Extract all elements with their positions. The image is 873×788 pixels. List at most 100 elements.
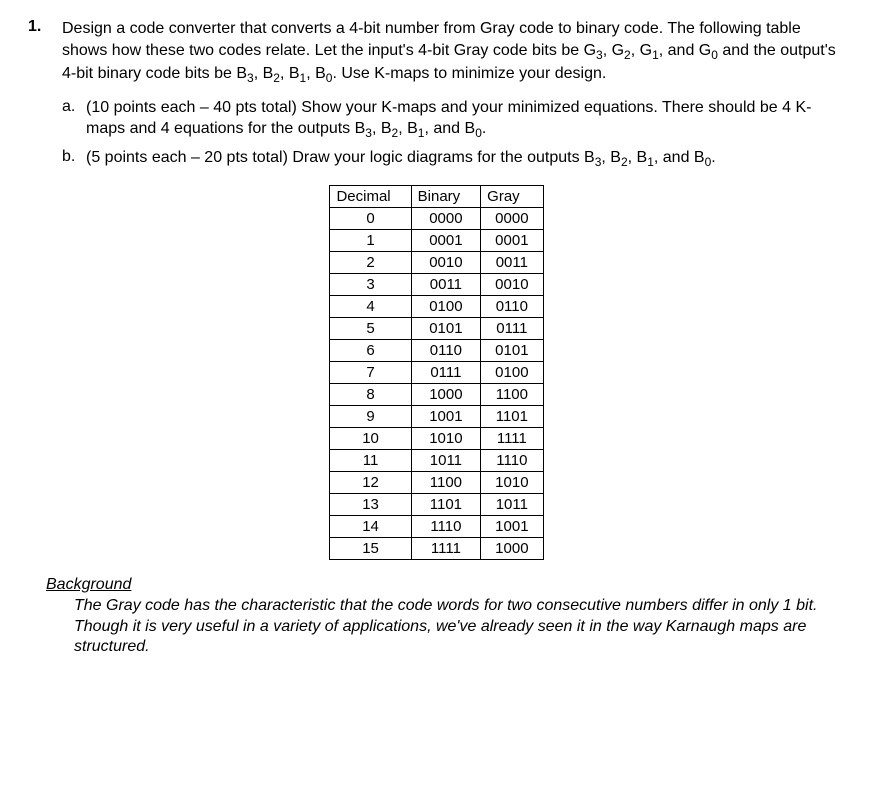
question-text: Design a code converter that converts a … bbox=[62, 18, 845, 86]
table-cell: 4 bbox=[330, 295, 411, 317]
table-cell: 0110 bbox=[481, 295, 543, 317]
table-cell: 11 bbox=[330, 449, 411, 471]
table-cell: 0011 bbox=[481, 251, 543, 273]
table-row: 1511111000 bbox=[330, 537, 543, 559]
q-part-1: , G bbox=[603, 42, 624, 59]
table-row: 1311011011 bbox=[330, 493, 543, 515]
table-cell: 8 bbox=[330, 383, 411, 405]
table-cell: 0001 bbox=[411, 229, 481, 251]
q-sub-4: 3 bbox=[247, 71, 254, 85]
table-row: 501010111 bbox=[330, 317, 543, 339]
a-s3: 0 bbox=[475, 126, 482, 140]
table-cell: 1111 bbox=[411, 537, 481, 559]
table-cell: 13 bbox=[330, 493, 411, 515]
table-row: 1010101111 bbox=[330, 427, 543, 449]
table-cell: 0111 bbox=[411, 361, 481, 383]
table-row: 810001100 bbox=[330, 383, 543, 405]
table-cell: 0010 bbox=[481, 273, 543, 295]
subpart-b-letter: b. bbox=[62, 148, 86, 166]
th-binary: Binary bbox=[411, 185, 481, 207]
table-cell: 1110 bbox=[481, 449, 543, 471]
table-cell: 15 bbox=[330, 537, 411, 559]
table-cell: 1001 bbox=[411, 405, 481, 427]
background-section: Background The Gray code has the charact… bbox=[46, 576, 827, 658]
table-cell: 9 bbox=[330, 405, 411, 427]
subpart-a-text: (10 points each – 40 pts total) Show you… bbox=[86, 98, 845, 142]
subpart-b: b. (5 points each – 20 pts total) Draw y… bbox=[62, 148, 845, 171]
table-cell: 1111 bbox=[481, 427, 543, 449]
table-head: Decimal Binary Gray bbox=[330, 185, 543, 207]
table-cell: 3 bbox=[330, 273, 411, 295]
table-cell: 1011 bbox=[411, 449, 481, 471]
table-row: 1110111110 bbox=[330, 449, 543, 471]
q-part-2: , G bbox=[631, 42, 652, 59]
table-cell: 6 bbox=[330, 339, 411, 361]
table-cell: 0100 bbox=[411, 295, 481, 317]
table-cell: 0000 bbox=[481, 207, 543, 229]
table-cell: 0100 bbox=[481, 361, 543, 383]
a-m1: , B bbox=[372, 120, 392, 137]
table-cell: 1000 bbox=[481, 537, 543, 559]
background-title: Background bbox=[46, 576, 827, 594]
table-row: 000000000 bbox=[330, 207, 543, 229]
a-m3: , and B bbox=[424, 120, 475, 137]
table-cell: 0 bbox=[330, 207, 411, 229]
a-end: . bbox=[482, 120, 486, 137]
table-cell: 1101 bbox=[411, 493, 481, 515]
table-cell: 0101 bbox=[411, 317, 481, 339]
table-cell: 0111 bbox=[481, 317, 543, 339]
q-part-5: , B bbox=[254, 65, 274, 82]
q-sub-5: 2 bbox=[273, 71, 280, 85]
table-cell: 0001 bbox=[481, 229, 543, 251]
table-cell: 5 bbox=[330, 317, 411, 339]
q-part-7: , B bbox=[306, 65, 326, 82]
table-row: 701110100 bbox=[330, 361, 543, 383]
background-text: The Gray code has the characteristic tha… bbox=[74, 596, 827, 658]
q-part-3: , and G bbox=[659, 42, 711, 59]
table-body: 0000000001000100012001000113001100104010… bbox=[330, 207, 543, 559]
a-s0: 3 bbox=[365, 126, 372, 140]
code-table: Decimal Binary Gray 00000000010001000120… bbox=[329, 185, 543, 560]
table-cell: 0011 bbox=[411, 273, 481, 295]
table-row: 601100101 bbox=[330, 339, 543, 361]
b-s1: 2 bbox=[621, 155, 628, 169]
question-block: 1. Design a code converter that converts… bbox=[28, 18, 845, 86]
b-m2: , B bbox=[628, 149, 648, 166]
q-sub-2: 1 bbox=[652, 48, 659, 62]
q-sub-3: 0 bbox=[711, 48, 718, 62]
table-cell: 1010 bbox=[411, 427, 481, 449]
table-row: 100010001 bbox=[330, 229, 543, 251]
table-header-row: Decimal Binary Gray bbox=[330, 185, 543, 207]
table-cell: 1011 bbox=[481, 493, 543, 515]
a-m2: , B bbox=[398, 120, 418, 137]
table-cell: 0101 bbox=[481, 339, 543, 361]
table-row: 910011101 bbox=[330, 405, 543, 427]
b-end: . bbox=[711, 149, 715, 166]
table-cell: 14 bbox=[330, 515, 411, 537]
table-row: 200100011 bbox=[330, 251, 543, 273]
table-cell: 0010 bbox=[411, 251, 481, 273]
table-cell: 0110 bbox=[411, 339, 481, 361]
q-part-8: . Use K-maps to minimize your design. bbox=[332, 65, 606, 82]
table-cell: 2 bbox=[330, 251, 411, 273]
table-cell: 1100 bbox=[411, 471, 481, 493]
th-decimal: Decimal bbox=[330, 185, 411, 207]
table-cell: 12 bbox=[330, 471, 411, 493]
table-cell: 1110 bbox=[411, 515, 481, 537]
b-s2: 1 bbox=[647, 155, 654, 169]
b-m1: , B bbox=[601, 149, 621, 166]
table-cell: 1010 bbox=[481, 471, 543, 493]
subpart-a: a. (10 points each – 40 pts total) Show … bbox=[62, 98, 845, 142]
q-part-6: , B bbox=[280, 65, 300, 82]
question-number: 1. bbox=[28, 18, 62, 36]
table-cell: 1101 bbox=[481, 405, 543, 427]
table-row: 401000110 bbox=[330, 295, 543, 317]
table-row: 300110010 bbox=[330, 273, 543, 295]
b-pre: (5 points each – 20 pts total) Draw your… bbox=[86, 149, 595, 166]
q-sub-0: 3 bbox=[596, 48, 603, 62]
table-cell: 7 bbox=[330, 361, 411, 383]
b-m3: , and B bbox=[654, 149, 705, 166]
th-gray: Gray bbox=[481, 185, 543, 207]
subpart-list: a. (10 points each – 40 pts total) Show … bbox=[62, 98, 845, 170]
subpart-b-text: (5 points each – 20 pts total) Draw your… bbox=[86, 148, 845, 171]
